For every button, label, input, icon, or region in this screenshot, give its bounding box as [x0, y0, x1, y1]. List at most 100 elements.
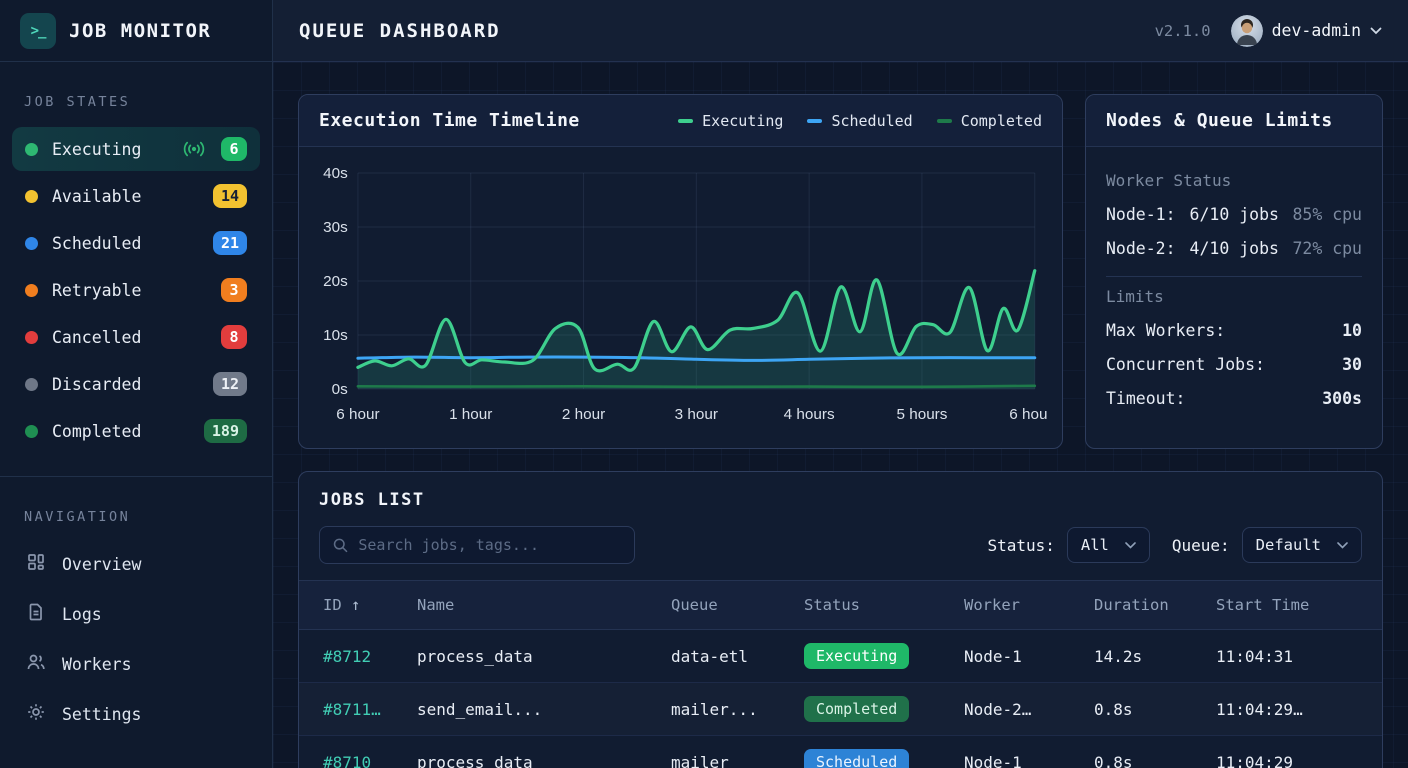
table-row[interactable]: #8710 process_data mailer Scheduled Node… — [299, 735, 1382, 768]
column-header-id[interactable]: ID ↑ — [299, 580, 405, 630]
users-icon — [26, 652, 46, 676]
panel-divider — [1106, 276, 1362, 277]
nav-label: Logs — [62, 604, 102, 624]
timeline-chart: 40s 30s 20s 10s 0s 6 hour 1 hour 2 hour 3 hour 4 … — [299, 147, 1062, 441]
count-badge: 189 — [203, 419, 247, 443]
column-header-status[interactable]: Status — [792, 580, 952, 630]
table-row[interactable]: #8712 process_data data-etl Executing No… — [299, 629, 1382, 683]
job-duration: 14.2s — [1082, 629, 1204, 683]
limits-heading: Limits — [1106, 287, 1164, 306]
node-status-row: Node-2: 4/10 jobs 72% cpu — [1106, 239, 1362, 258]
completed-dot-icon — [25, 424, 38, 438]
brand: >_ JOB MONITOR — [0, 0, 272, 62]
app-root: >_ JOB MONITOR JOB STATES Executing 6 Av… — [0, 0, 1408, 768]
chart-title: Execution Time Timeline — [319, 110, 580, 131]
column-header-worker[interactable]: Worker — [952, 580, 1082, 630]
sidebar-item-scheduled[interactable]: Scheduled 21 — [12, 221, 260, 265]
column-header-start-time[interactable]: Start Time — [1204, 580, 1382, 630]
sidebar-item-workers[interactable]: Workers — [0, 639, 272, 689]
executing-dot-icon — [25, 142, 38, 156]
state-label: Executing — [52, 139, 142, 159]
chevron-down-icon — [1370, 27, 1382, 34]
sidebar-item-completed[interactable]: Completed 189 — [12, 409, 260, 453]
search-box[interactable] — [319, 526, 635, 564]
retryable-dot-icon — [25, 283, 38, 297]
sidebar-item-settings[interactable]: Settings — [0, 689, 272, 739]
queue-filter-value: Default — [1255, 536, 1321, 554]
job-id-link[interactable]: #8711… — [299, 682, 405, 736]
state-label: Available — [52, 186, 142, 206]
status-filter-select[interactable]: All — [1066, 527, 1150, 563]
sidebar-item-executing[interactable]: Executing 6 — [12, 127, 260, 171]
limit-label: Concurrent Jobs: — [1106, 355, 1265, 374]
nodes-queue-limits-card: Nodes & Queue Limits Worker Status Node-… — [1085, 94, 1383, 449]
execution-timeline-card: Execution Time Timeline Executing Schedu… — [298, 94, 1063, 449]
svg-text:6 hours: 6 hours — [1009, 406, 1048, 423]
sidebar-item-overview[interactable]: Overview — [0, 539, 272, 589]
page-title: QUEUE DASHBOARD — [299, 19, 501, 42]
state-label: Cancelled — [52, 327, 142, 347]
nav-label: Overview — [62, 554, 142, 574]
content: Execution Time Timeline Executing Schedu… — [273, 62, 1408, 768]
sidebar-item-cancelled[interactable]: Cancelled 8 — [12, 315, 260, 359]
job-id-link[interactable]: #8710 — [299, 735, 405, 768]
svg-text:30s: 30s — [323, 219, 348, 236]
legend-scheduled: Scheduled — [807, 112, 913, 130]
document-icon — [26, 602, 46, 626]
sort-arrow-icon: ↑ — [351, 596, 361, 614]
grid-icon — [26, 552, 46, 576]
svg-text:20s: 20s — [323, 273, 348, 290]
count-badge: 21 — [212, 231, 247, 255]
job-id-link[interactable]: #8712 — [299, 629, 405, 683]
sidebar: >_ JOB MONITOR JOB STATES Executing 6 Av… — [0, 0, 273, 768]
column-header-name[interactable]: Name — [405, 580, 659, 630]
legend-swatch-icon — [807, 118, 823, 123]
avatar — [1230, 14, 1263, 47]
column-header-queue[interactable]: Queue — [659, 580, 792, 630]
limit-value: 10 — [1342, 321, 1362, 340]
worker-status-heading: Worker Status — [1106, 171, 1232, 190]
column-header-duration[interactable]: Duration — [1082, 580, 1204, 630]
job-states-heading: JOB STATES — [24, 94, 131, 110]
job-queue: mailer — [659, 735, 792, 768]
terminal-icon: >_ — [20, 12, 56, 49]
scheduled-dot-icon — [25, 236, 38, 250]
sidebar-item-logs[interactable]: Logs — [0, 589, 272, 639]
job-duration: 0.8s — [1082, 735, 1204, 768]
queue-filter-select[interactable]: Default — [1241, 527, 1362, 563]
status-badge: Scheduled — [804, 749, 910, 768]
svg-text:5 hours: 5 hours — [896, 406, 947, 423]
user-menu[interactable]: dev-admin — [1230, 14, 1382, 47]
navigation-heading: NAVIGATION — [24, 509, 131, 525]
job-worker: Node-1 — [952, 735, 1082, 768]
legend-executing: Executing — [678, 112, 783, 130]
sidebar-item-discarded[interactable]: Discarded 12 — [12, 362, 260, 406]
state-label: Retryable — [52, 280, 142, 300]
sidebar-item-available[interactable]: Available 14 — [12, 174, 260, 218]
discarded-dot-icon — [25, 377, 38, 391]
sidebar-item-retryable[interactable]: Retryable 3 — [12, 268, 260, 312]
node-status-row: Node-1: 6/10 jobs 85% cpu — [1106, 205, 1362, 224]
chart-legend: Executing Scheduled Completed — [678, 112, 1042, 130]
state-label: Discarded — [52, 374, 142, 394]
table-row[interactable]: #8711… send_email... mailer... Completed… — [299, 682, 1382, 736]
svg-text:1 hour: 1 hour — [449, 406, 492, 423]
status-badge: Completed — [804, 696, 910, 722]
count-badge: 14 — [212, 184, 247, 208]
job-queue: mailer... — [659, 682, 792, 736]
svg-text:6 hour: 6 hour — [336, 406, 379, 423]
state-label: Completed — [52, 421, 142, 441]
search-input[interactable] — [358, 536, 622, 554]
node-cpu: 72% cpu — [1292, 239, 1362, 258]
chevron-down-icon — [1125, 541, 1136, 549]
count-badge: 8 — [221, 325, 247, 349]
nav-label: Workers — [62, 654, 132, 674]
gear-icon — [26, 702, 46, 726]
job-queue: data-etl — [659, 629, 792, 683]
limit-value: 300s — [1322, 389, 1362, 408]
count-badge: 12 — [212, 372, 247, 396]
job-start-time: 11:04:31 — [1204, 629, 1382, 683]
node-jobs: 6/10 jobs — [1189, 205, 1279, 224]
node-name: Node-2: — [1106, 239, 1176, 258]
job-name: process_data — [405, 629, 659, 683]
